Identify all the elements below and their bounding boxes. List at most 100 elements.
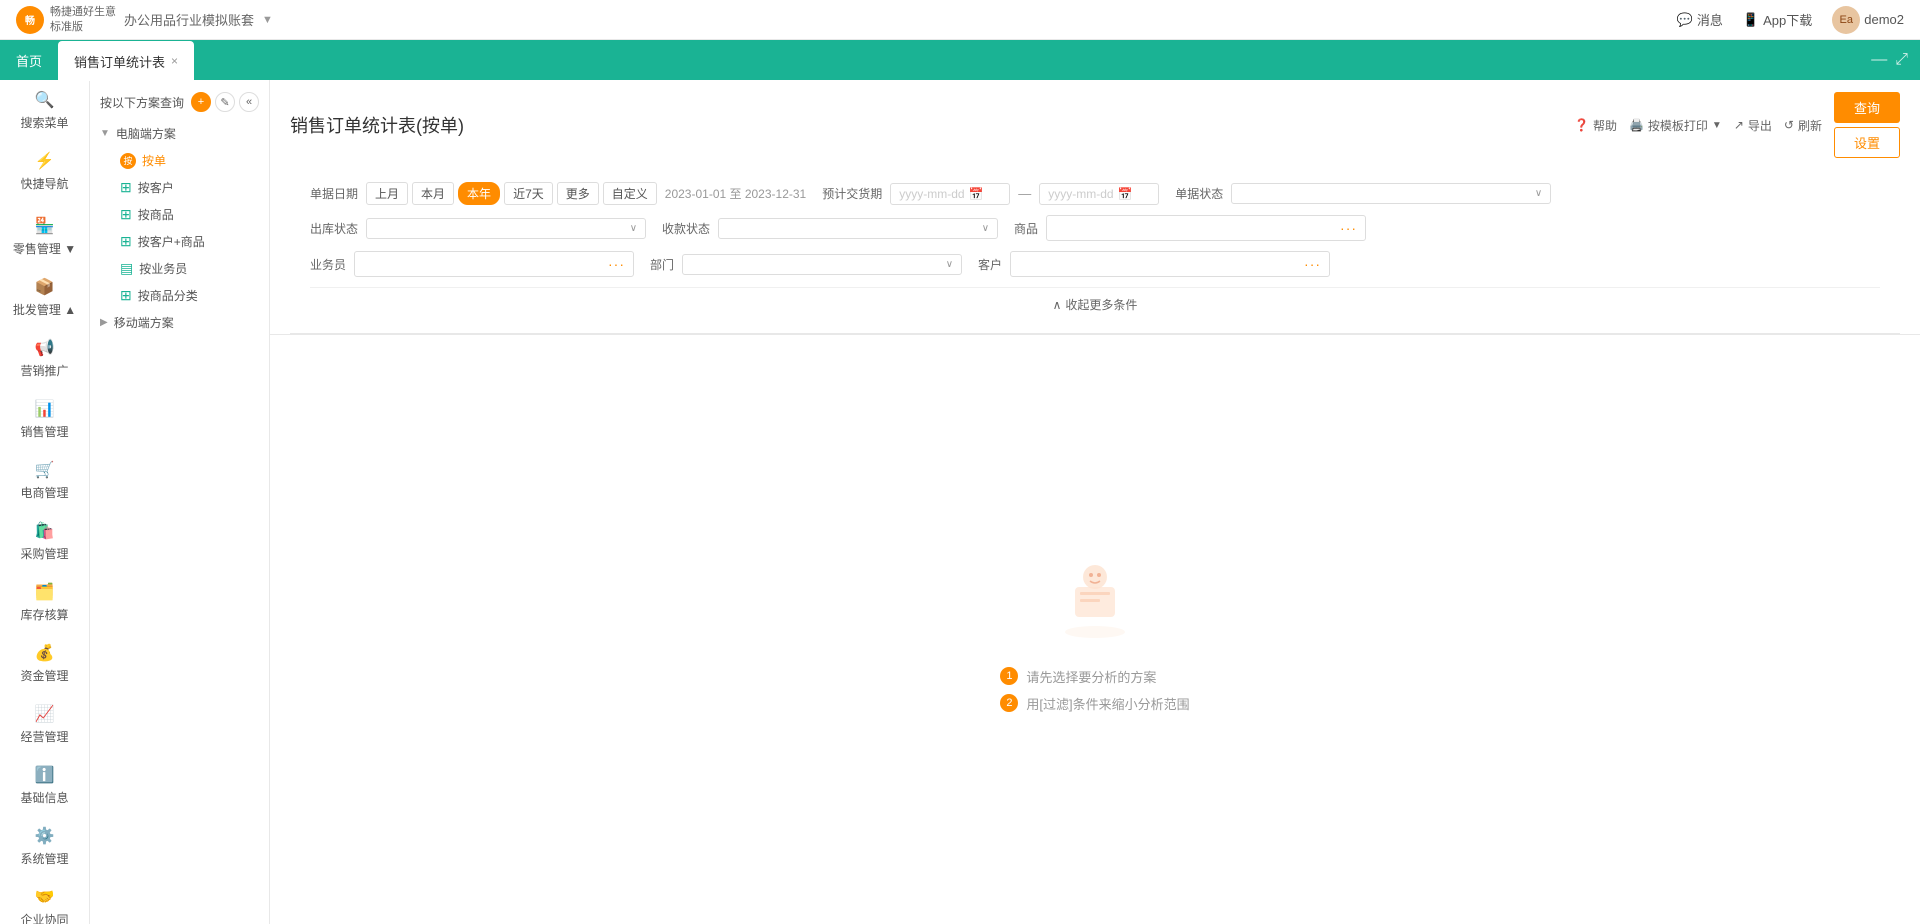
message-button[interactable]: 💬 消息 [1677, 10, 1723, 29]
scheme-edit-button[interactable]: ✎ [215, 92, 235, 112]
expected-date-start[interactable]: yyyy-mm-dd 📅 [890, 183, 1010, 205]
page-header: 销售订单统计表(按单) ❓ 帮助 🖨️ 按模板打印 ▼ ↗ [270, 80, 1920, 335]
logo-text: 畅捷通好生意 标准版 [50, 5, 116, 34]
query-button[interactable]: 查询 [1834, 92, 1900, 123]
app-download-button[interactable]: 📱 App下载 [1743, 10, 1812, 29]
help-button[interactable]: ❓ 帮助 [1574, 117, 1617, 134]
scheme-item-by-goods[interactable]: ⊞ 按商品 [110, 201, 269, 228]
scheme-collapse-button[interactable]: « [239, 92, 259, 112]
app-dropdown[interactable]: ▼ [262, 14, 273, 26]
date-btn-last-month[interactable]: 上月 [366, 182, 408, 205]
scheme-panel-actions: + ✎ « [191, 92, 259, 112]
tab-home[interactable]: 首页 [0, 40, 58, 80]
dept-label: 部门 [650, 256, 674, 273]
scheme-item-by-customer[interactable]: ⊞ 按客户 [110, 174, 269, 201]
sidebar-item-ecom[interactable]: 🛒 电商管理 [0, 450, 89, 511]
customer-label: 客户 [978, 256, 1002, 273]
ecom-icon: 🛒 [35, 460, 55, 480]
date-range-text: 2023-01-01 至 2023-12-31 [665, 185, 806, 202]
date-label: 单据日期 [310, 185, 358, 202]
svg-text:畅: 畅 [25, 14, 35, 27]
date-filter-group: 单据日期 上月 本月 本年 近7天 更多 自定义 2023-01-01 至 20… [310, 182, 806, 205]
print-button[interactable]: 🖨️ 按模板打印 ▼ [1629, 117, 1722, 134]
collapse-more-button[interactable]: ∧ 收起更多条件 [310, 287, 1880, 321]
inventory-icon: 🗂️ [35, 582, 55, 602]
refresh-icon: ↺ [1784, 118, 1794, 132]
expected-date-end[interactable]: yyyy-mm-dd 📅 [1039, 183, 1159, 205]
refresh-button[interactable]: ↺ 刷新 [1784, 117, 1822, 134]
sidebar-item-marketing[interactable]: 📢 营销推广 [0, 328, 89, 389]
customer-input[interactable]: ··· [1010, 251, 1330, 277]
scheme-item-by-cust-goods[interactable]: ⊞ 按客户+商品 [110, 228, 269, 255]
print-arrow-icon: ▼ [1712, 120, 1722, 131]
page-title: 销售订单统计表(按单) [290, 112, 464, 138]
date-btn-more[interactable]: 更多 [557, 182, 599, 205]
scheme-pc-items: 按 按单 ⊞ 按客户 ⊞ 按商品 ⊞ 按客户+商品 ▤ 按业务员 [90, 147, 269, 309]
sidebar-item-wholesale[interactable]: 📦 批发管理 ▲ [0, 267, 89, 328]
date-btn-last-7days[interactable]: 近7天 [504, 182, 553, 205]
filter-row-3: 业务员 ··· 部门 ∨ [310, 251, 1880, 277]
sidebar-item-coop[interactable]: 🤝 企业协同 [0, 877, 89, 924]
coop-icon: 🤝 [35, 887, 55, 907]
marketing-icon: 📢 [35, 338, 55, 358]
scheme-add-button[interactable]: + [191, 92, 211, 112]
scheme-item-by-staff[interactable]: ▤ 按业务员 [110, 255, 269, 282]
tab-maximize-button[interactable]: ⤢ [1895, 51, 1908, 69]
goods-filter-group: 商品 ··· [1014, 215, 1366, 241]
sidebar-item-ops[interactable]: 📈 经营管理 [0, 694, 89, 755]
staff-dots-icon: ··· [608, 256, 625, 272]
ops-icon: 📈 [35, 704, 55, 724]
tab-bar-actions: — ⤢ [1871, 51, 1920, 69]
staff-filter-group: 业务员 ··· [310, 251, 634, 277]
goods-label: 商品 [1014, 220, 1038, 237]
message-icon: 💬 [1677, 12, 1693, 28]
sidebar-item-sales[interactable]: 📊 销售管理 [0, 389, 89, 450]
sidebar-item-purchase[interactable]: 🛍️ 采购管理 [0, 511, 89, 572]
app-title: 办公用品行业模拟账套 [124, 10, 254, 29]
sidebar-item-base[interactable]: ℹ️ 基础信息 [0, 755, 89, 816]
help-icon: ❓ [1574, 118, 1589, 132]
scheme-item-by-category[interactable]: ⊞ 按商品分类 [110, 282, 269, 309]
scheme-group-pc[interactable]: ▼ 电脑端方案 [90, 120, 269, 147]
system-icon: ⚙️ [35, 826, 55, 846]
sidebar-item-system[interactable]: ⚙️ 系统管理 [0, 816, 89, 877]
sidebar-item-finance[interactable]: 💰 资金管理 [0, 633, 89, 694]
step-1-number: 1 [1000, 667, 1018, 685]
empty-step-2: 2 用[过滤]条件来缩小分析范围 [1000, 694, 1189, 713]
staff-input[interactable]: ··· [354, 251, 634, 277]
settings-button[interactable]: 设置 [1834, 127, 1900, 158]
status-select-arrow: ∨ [1535, 188, 1542, 199]
date-quick-buttons: 上月 本月 本年 近7天 更多 自定义 [366, 182, 657, 205]
date-btn-this-year[interactable]: 本年 [458, 182, 500, 205]
scheme-item-grid-icon: ⊞ [120, 179, 132, 196]
out-status-arrow: ∨ [630, 223, 637, 234]
tab-close-button[interactable]: × [171, 54, 178, 68]
sidebar-item-quicknav[interactable]: ⚡ 快捷导航 [0, 141, 89, 202]
tab-minimize-button[interactable]: — [1871, 51, 1887, 69]
sidebar-item-retail[interactable]: 🏪 零售管理 ▼ [0, 206, 89, 267]
sidebar-item-inventory[interactable]: 🗂️ 库存核算 [0, 572, 89, 633]
dept-select[interactable]: ∨ [682, 254, 962, 275]
user-menu[interactable]: Ea demo2 [1832, 6, 1904, 34]
scheme-item-grid-icon4: ⊞ [120, 287, 132, 304]
top-bar-left: 畅 畅捷通好生意 标准版 办公用品行业模拟账套 ▼ [16, 5, 273, 34]
date-btn-custom[interactable]: 自定义 [603, 182, 657, 205]
app-download-icon: 📱 [1743, 12, 1759, 28]
sidebar-item-search[interactable]: 🔍 搜索菜单 [0, 80, 89, 141]
goods-input[interactable]: ··· [1046, 215, 1366, 241]
payment-status-select[interactable]: ∨ [718, 218, 998, 239]
filter-area: 单据日期 上月 本月 本年 近7天 更多 自定义 2023-01-01 至 20… [290, 170, 1900, 334]
base-icon: ℹ️ [35, 765, 55, 785]
page-title-row: 销售订单统计表(按单) ❓ 帮助 🖨️ 按模板打印 ▼ ↗ [290, 92, 1900, 158]
tab-sales-order-stats[interactable]: 销售订单统计表 × [58, 41, 194, 81]
sales-icon: 📊 [35, 399, 55, 419]
customer-dots-icon: ··· [1304, 256, 1321, 272]
query-settings-group: 查询 设置 [1834, 92, 1900, 158]
date-btn-this-month[interactable]: 本月 [412, 182, 454, 205]
status-select[interactable]: ∨ [1231, 183, 1551, 204]
scheme-item-by-order[interactable]: 按 按单 [110, 147, 269, 174]
export-button[interactable]: ↗ 导出 [1734, 117, 1772, 134]
tab-bar: 首页 销售订单统计表 × — ⤢ [0, 40, 1920, 80]
out-status-select[interactable]: ∨ [366, 218, 646, 239]
scheme-group-mobile[interactable]: ▶ 移动端方案 [90, 309, 269, 336]
